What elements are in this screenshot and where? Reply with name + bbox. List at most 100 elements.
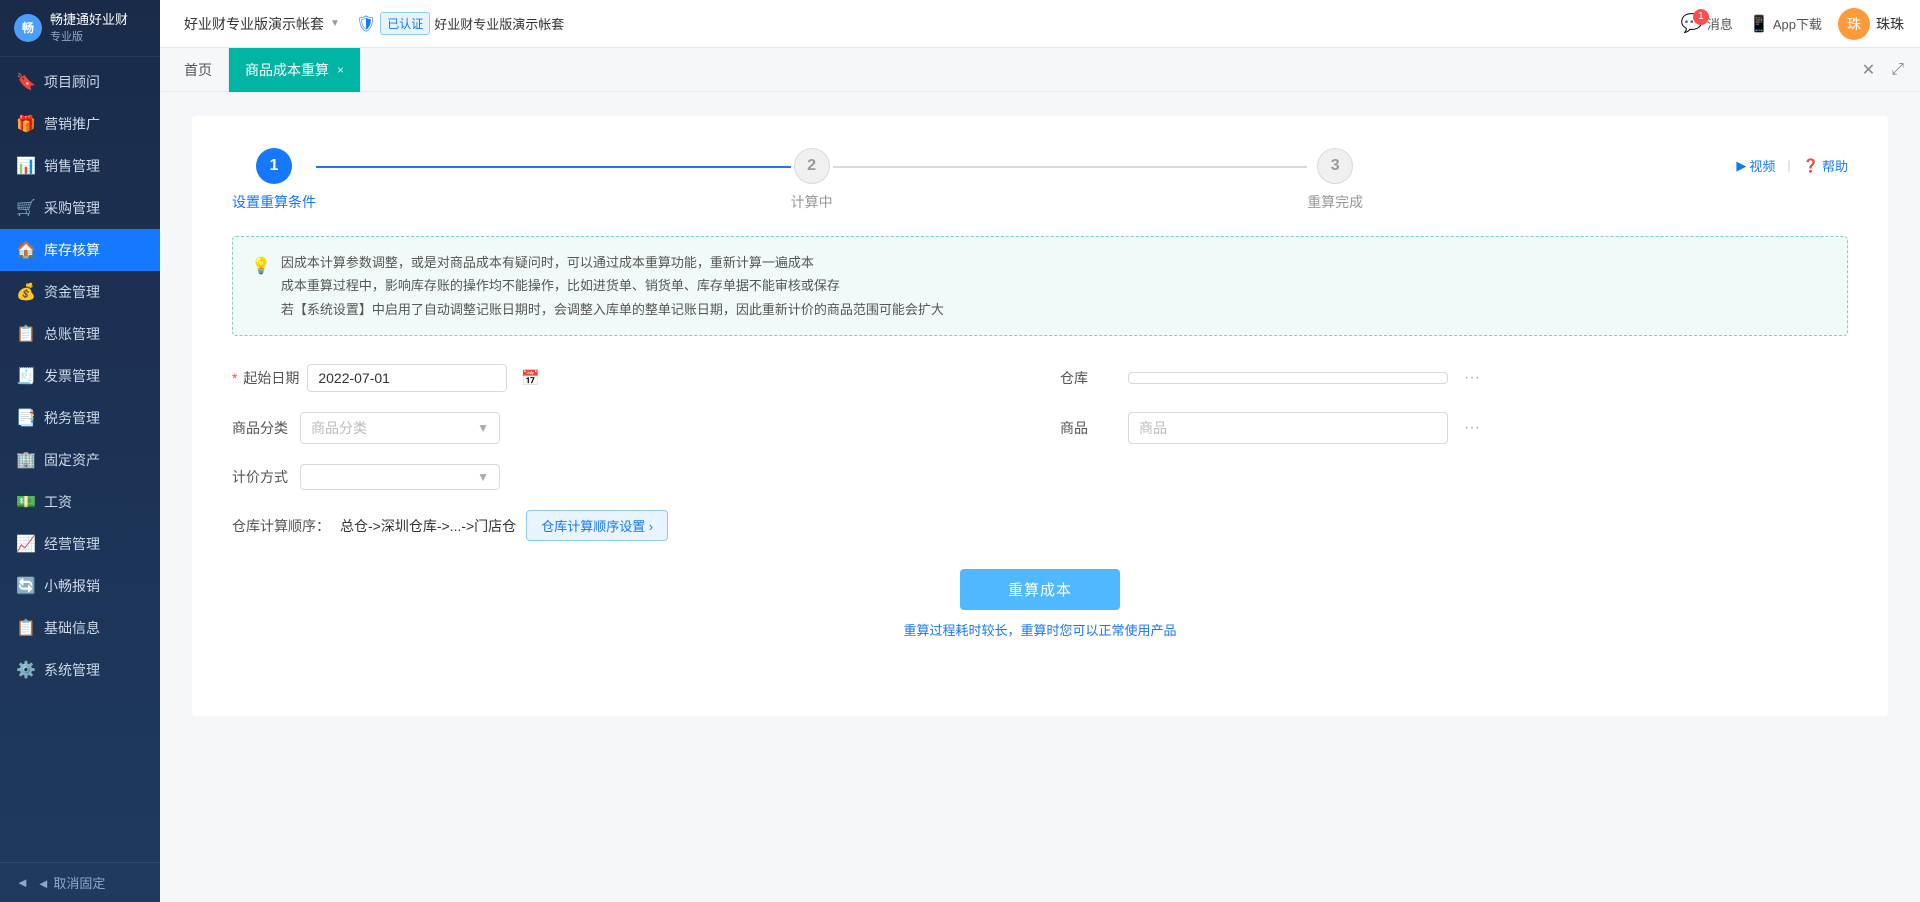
tab-recalc[interactable]: 商品成本重算 × — [229, 48, 361, 92]
close-window-icon[interactable]: ✕ — [1858, 56, 1879, 84]
form-row-2: 商品分类 商品分类 ▼ 商品 商品 ··· — [232, 412, 1848, 444]
sidebar-pin-toggle[interactable]: ◄ ◄ 取消固定 — [0, 862, 160, 902]
video-help-btn[interactable]: ▶ 视频 — [1736, 156, 1775, 175]
step-1-circle: 1 — [256, 148, 292, 184]
expense-icon: 🔄 — [16, 576, 34, 596]
verified-badge: 已认证 — [380, 12, 430, 35]
sidebar-item-basic-label: 基础信息 — [44, 618, 100, 638]
warehouse-order-value: 总仓->深圳仓库->...->门店仓 — [340, 516, 516, 536]
bulb-icon: 💡 — [251, 253, 271, 321]
topbar: 好业财专业版演示帐套 ▼ 🛡 已认证 好业财专业版演示帐套 💬 1 消息 📱 A… — [160, 0, 1920, 48]
content-area: 1 设置重算条件 2 计算中 — [160, 92, 1920, 902]
warehouse-order-label: 仓库计算顺序： — [232, 516, 330, 536]
recalc-note: 重算过程耗时较长，重算时您可以正常使用产品 — [903, 620, 1176, 639]
sidebar-item-project[interactable]: 🔖 项目顾问 — [0, 61, 160, 103]
start-date-label-text: 起始日期 — [243, 370, 299, 386]
category-select[interactable]: 商品分类 ▼ — [300, 412, 500, 444]
account-selector-text: 好业财专业版演示帐套 — [184, 14, 324, 34]
sidebar-item-system-label: 系统管理 — [44, 660, 100, 680]
warehouse-input[interactable] — [1128, 372, 1448, 384]
verified-status: 🛡 已认证 好业财专业版演示帐套 — [356, 12, 564, 35]
message-badge: 1 — [1693, 9, 1709, 25]
sidebar-item-invoice[interactable]: 🧾 发票管理 — [0, 355, 160, 397]
sidebar-item-tax-label: 税务管理 — [44, 408, 100, 428]
step-2-num: 2 — [807, 157, 816, 175]
sidebar-item-inventory[interactable]: 🏠 库存核算 — [0, 229, 160, 271]
warehouse-order-btn-text: 仓库计算顺序设置 › — [541, 516, 653, 535]
tabbar-tabs: 首页 商品成本重算 × — [168, 48, 361, 92]
warehouse-order-settings-btn[interactable]: 仓库计算顺序设置 › — [526, 510, 668, 541]
sidebar-item-asset-label: 固定资产 — [44, 450, 100, 470]
start-date-input-wrap: 2022-07-01 — [307, 364, 507, 392]
sidebar-item-expense[interactable]: 🔄 小畅报销 — [0, 565, 160, 607]
logo-subtitle: 专业版 — [50, 28, 128, 44]
invoice-icon: 🧾 — [16, 366, 34, 386]
goods-input[interactable]: 商品 — [1128, 412, 1448, 444]
sidebar-item-finance-label: 资金管理 — [44, 282, 100, 302]
start-date-label: * 起始日期 — [232, 368, 299, 388]
sidebar-item-salary[interactable]: 💵 工资 — [0, 481, 160, 523]
recalc-button[interactable]: 重算成本 — [960, 569, 1120, 610]
video-label: 视频 — [1749, 156, 1775, 175]
sidebar-item-accounting[interactable]: 📋 总账管理 — [0, 313, 160, 355]
step-connector-2 — [833, 166, 1308, 168]
inventory-icon: 🏠 — [16, 240, 34, 260]
account-selector[interactable]: 好业财专业版演示帐套 ▼ — [176, 10, 348, 38]
pricing-label: 计价方式 — [232, 467, 292, 487]
warehouse-order-row: 仓库计算顺序： 总仓->深圳仓库->...->门店仓 仓库计算顺序设置 › — [232, 510, 1848, 541]
tabbar: 首页 商品成本重算 × ✕ ⤢ — [160, 48, 1920, 92]
user-menu[interactable]: 珠 珠珠 — [1838, 8, 1904, 40]
sidebar-item-purchase[interactable]: 🛒 采购管理 — [0, 187, 160, 229]
category-chevron-icon: ▼ — [477, 421, 489, 435]
step-2-circle: 2 — [794, 148, 830, 184]
sidebar-item-marketing[interactable]: 🎁 营销推广 — [0, 103, 160, 145]
sidebar-footer-label: ◄ 取消固定 — [37, 873, 105, 892]
step-1-num: 1 — [270, 157, 279, 175]
sidebar-item-sales[interactable]: 📊 销售管理 — [0, 145, 160, 187]
sidebar-item-basic[interactable]: 📋 基础信息 — [0, 607, 160, 649]
sidebar-item-purchase-label: 采购管理 — [44, 198, 100, 218]
expand-icon[interactable]: ⤢ — [1887, 57, 1908, 83]
sidebar-item-project-label: 项目顾问 — [44, 72, 100, 92]
start-date-value: 2022-07-01 — [318, 370, 496, 386]
goods-dots-icon[interactable]: ··· — [1464, 419, 1480, 437]
sidebar-item-system[interactable]: ⚙️ 系统管理 — [0, 649, 160, 691]
step-1-label: 设置重算条件 — [232, 192, 316, 212]
goods-placeholder: 商品 — [1139, 418, 1437, 438]
accounting-icon: 📋 — [16, 324, 34, 344]
sidebar-item-accounting-label: 总账管理 — [44, 324, 100, 344]
required-star: * — [232, 370, 237, 386]
pricing-field: 计价方式 ▼ — [232, 464, 1020, 490]
warehouse-label: 仓库 — [1060, 368, 1120, 388]
basic-icon: 📋 — [16, 618, 34, 638]
sidebar-item-tax[interactable]: 📑 税务管理 — [0, 397, 160, 439]
help-btn[interactable]: ❓ 帮助 — [1803, 156, 1848, 175]
tab-home[interactable]: 首页 — [168, 48, 229, 92]
sidebar-item-operation[interactable]: 📈 经营管理 — [0, 523, 160, 565]
company-name: 好业财专业版演示帐套 — [434, 14, 564, 33]
sidebar-item-marketing-label: 营销推广 — [44, 114, 100, 134]
tax-icon: 📑 — [16, 408, 34, 428]
logo-title: 畅捷通好业财 — [50, 12, 128, 28]
sidebar-logo: 畅 畅捷通好业财 专业版 — [0, 0, 160, 57]
marketing-icon: 🎁 — [16, 114, 34, 134]
sidebar-item-invoice-label: 发票管理 — [44, 366, 100, 386]
info-text: 因成本计算参数调整，或是对商品成本有疑问时，可以通过成本重算功能，重新计算一遍成… — [281, 251, 944, 321]
message-btn[interactable]: 💬 1 消息 — [1681, 13, 1733, 34]
category-field: 商品分类 商品分类 ▼ — [232, 412, 1020, 444]
pricing-select[interactable]: ▼ — [300, 464, 500, 490]
sidebar-item-salary-label: 工资 — [44, 492, 72, 512]
app-download-btn[interactable]: 📱 App下载 — [1749, 14, 1822, 34]
tabbar-actions: ✕ ⤢ — [1858, 56, 1920, 84]
tab-close-icon[interactable]: × — [337, 63, 344, 77]
asset-icon: 🏢 — [16, 450, 34, 470]
sidebar-item-finance[interactable]: 💰 资金管理 — [0, 271, 160, 313]
sidebar-item-operation-label: 经营管理 — [44, 534, 100, 554]
salary-icon: 💵 — [16, 492, 34, 512]
sidebar-item-inventory-label: 库存核算 — [44, 240, 100, 260]
warehouse-dots-icon[interactable]: ··· — [1464, 369, 1480, 387]
finance-icon: 💰 — [16, 282, 34, 302]
sidebar-item-asset[interactable]: 🏢 固定资产 — [0, 439, 160, 481]
form-row-1: * 起始日期 2022-07-01 📅 仓库 ··· — [232, 364, 1848, 392]
calendar-icon[interactable]: 📅 — [521, 369, 540, 387]
